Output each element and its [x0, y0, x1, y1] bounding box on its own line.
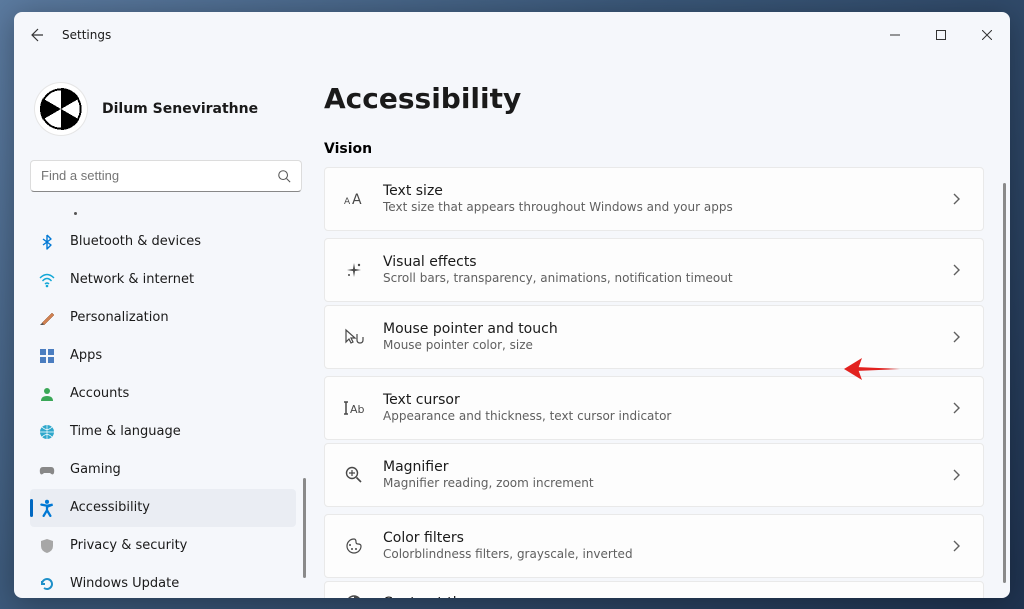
- main-pane: Accessibility Vision AA Text size Text s…: [312, 58, 1010, 598]
- card-sub: Colorblindness filters, grayscale, inver…: [383, 547, 933, 561]
- window-title: Settings: [62, 28, 111, 42]
- main-scrollbar[interactable]: [1003, 183, 1006, 583]
- card-sub: Appearance and thickness, text cursor in…: [383, 409, 933, 423]
- settings-card-list: AA Text size Text size that appears thro…: [324, 167, 984, 598]
- section-heading-vision: Vision: [324, 141, 984, 157]
- chevron-right-icon: [951, 539, 965, 553]
- gamepad-icon: [38, 461, 56, 479]
- minimize-button[interactable]: [872, 19, 918, 51]
- sidebar-item-windows-update[interactable]: Windows Update: [30, 565, 296, 598]
- card-title: Magnifier: [383, 459, 933, 475]
- titlebar: Settings: [14, 12, 1010, 58]
- search-input[interactable]: [41, 168, 277, 183]
- search-icon: [277, 169, 291, 183]
- sidebar-item-label: Network & internet: [70, 272, 194, 287]
- sidebar-nav: Bluetooth & devices Network & internet P…: [30, 206, 308, 598]
- paintbrush-icon: [38, 309, 56, 327]
- page-title: Accessibility: [324, 82, 984, 115]
- maximize-button[interactable]: [918, 19, 964, 51]
- contrast-icon: [343, 592, 365, 598]
- card-sub: Scroll bars, transparency, animations, n…: [383, 271, 933, 285]
- sidebar-item-personalization[interactable]: Personalization: [30, 299, 296, 337]
- card-sub: Magnifier reading, zoom increment: [383, 476, 933, 490]
- sidebar-item-accounts[interactable]: Accounts: [30, 375, 296, 413]
- card-visual-effects[interactable]: Visual effects Scroll bars, transparency…: [324, 238, 984, 302]
- sidebar-item-label: Gaming: [70, 462, 121, 477]
- profile-name: Dilum Senevirathne: [102, 101, 258, 117]
- sidebar-item-accessibility[interactable]: Accessibility: [30, 489, 296, 527]
- chevron-right-icon: [951, 468, 965, 482]
- card-title: Contrast themes: [383, 595, 965, 598]
- sidebar-scrollbar[interactable]: [303, 478, 306, 578]
- sidebar-item-label: Windows Update: [70, 576, 179, 591]
- text-cursor-icon: Ab: [343, 397, 365, 419]
- bluetooth-icon: [38, 233, 56, 251]
- shield-icon: [38, 537, 56, 555]
- card-text-size[interactable]: AA Text size Text size that appears thro…: [324, 167, 984, 231]
- svg-text:Ab: Ab: [350, 403, 364, 416]
- sidebar-item-label: Bluetooth & devices: [70, 234, 201, 249]
- sidebar-item-network-internet[interactable]: Network & internet: [30, 261, 296, 299]
- avatar: [34, 82, 88, 136]
- card-title: Mouse pointer and touch: [383, 321, 933, 337]
- content: Dilum Senevirathne Bluetooth & devices: [14, 58, 1010, 598]
- sparkle-icon: [343, 259, 365, 281]
- sidebar-item-label: Accessibility: [70, 500, 150, 515]
- sidebar-item-apps[interactable]: Apps: [30, 337, 296, 375]
- sidebar-item-bluetooth-devices[interactable]: Bluetooth & devices: [30, 223, 296, 261]
- card-magnifier[interactable]: Magnifier Magnifier reading, zoom increm…: [324, 443, 984, 507]
- chevron-right-icon: [951, 263, 965, 277]
- accessibility-icon: [38, 499, 56, 517]
- chevron-right-icon: [951, 192, 965, 206]
- card-title: Color filters: [383, 530, 933, 546]
- back-button[interactable]: [28, 27, 44, 43]
- profile[interactable]: Dilum Senevirathne: [30, 70, 308, 160]
- person-icon: [38, 385, 56, 403]
- svg-text:A: A: [352, 192, 362, 208]
- card-mouse-pointer-touch[interactable]: Mouse pointer and touch Mouse pointer co…: [324, 305, 984, 369]
- sidebar-item-time-language[interactable]: Time & language: [30, 413, 296, 451]
- window-controls: [872, 19, 1010, 51]
- sidebar-item-gaming[interactable]: Gaming: [30, 451, 296, 489]
- settings-window: Settings Dilum Senevirathne: [14, 12, 1010, 598]
- card-title: Text size: [383, 183, 933, 199]
- card-title: Text cursor: [383, 392, 933, 408]
- close-button[interactable]: [964, 19, 1010, 51]
- sidebar-item-label: Personalization: [70, 310, 169, 325]
- sidebar-item-privacy-security[interactable]: Privacy & security: [30, 527, 296, 565]
- sidebar-item-label: Accounts: [70, 386, 129, 401]
- sidebar-item-label: Privacy & security: [70, 538, 187, 553]
- card-color-filters[interactable]: Color filters Colorblindness filters, gr…: [324, 514, 984, 578]
- sidebar-item-label: Time & language: [70, 424, 181, 439]
- wifi-icon: [38, 271, 56, 289]
- card-text-cursor[interactable]: Ab Text cursor Appearance and thickness,…: [324, 376, 984, 440]
- apps-icon: [38, 347, 56, 365]
- palette-icon: [343, 535, 365, 557]
- magnifier-icon: [343, 464, 365, 486]
- search-box[interactable]: [30, 160, 302, 192]
- cursor-touch-icon: [343, 326, 365, 348]
- update-icon: [38, 575, 56, 593]
- chevron-right-icon: [951, 401, 965, 415]
- card-contrast-themes[interactable]: Contrast themes: [324, 581, 984, 598]
- card-sub: Text size that appears throughout Window…: [383, 200, 933, 214]
- svg-text:A: A: [344, 197, 351, 207]
- chevron-right-icon: [951, 330, 965, 344]
- sidebar: Dilum Senevirathne Bluetooth & devices: [14, 58, 312, 598]
- sidebar-item-label: Apps: [70, 348, 102, 363]
- text-size-icon: AA: [343, 188, 365, 210]
- card-title: Visual effects: [383, 254, 933, 270]
- globe-clock-icon: [38, 423, 56, 441]
- card-sub: Mouse pointer color, size: [383, 338, 933, 352]
